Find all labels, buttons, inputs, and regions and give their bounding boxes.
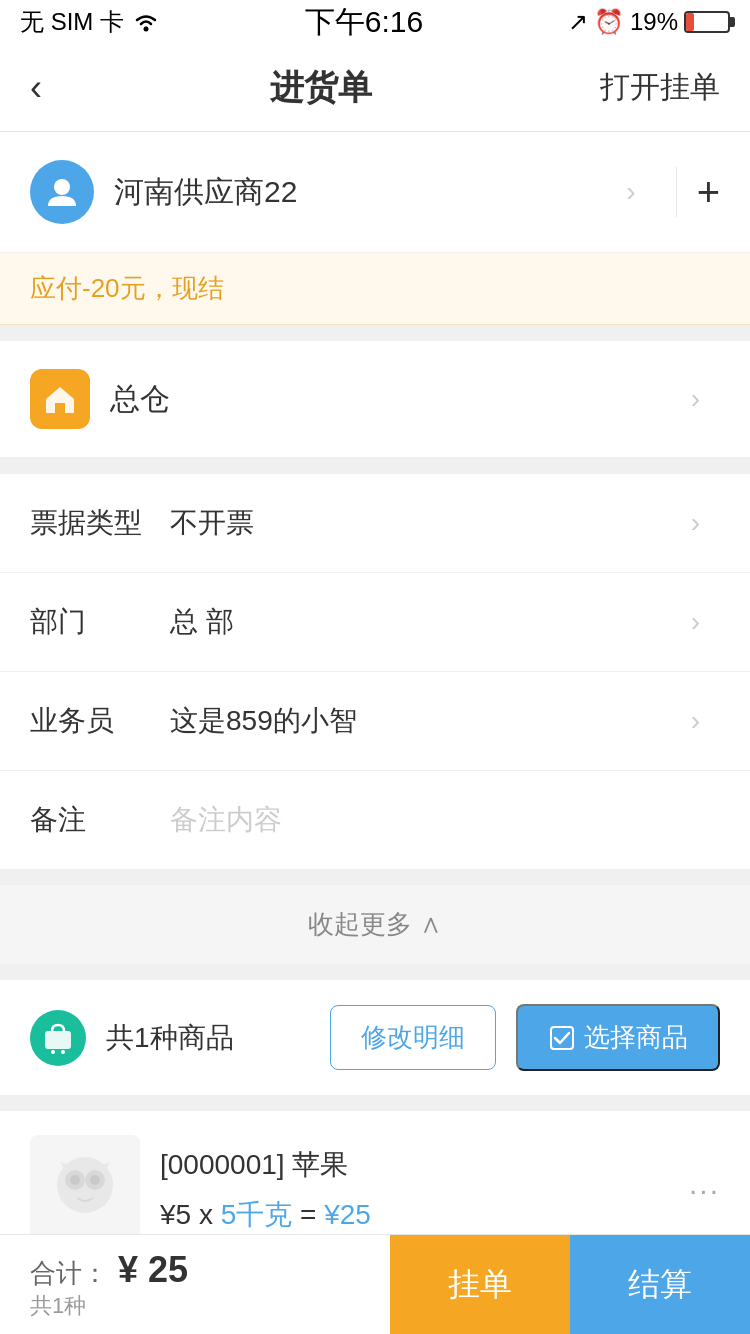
product-quantity: 5千克 <box>221 1199 293 1230</box>
supplier-avatar <box>30 160 94 224</box>
product-info: [0000001] 苹果 ¥5 x 5千克 = ¥25 <box>160 1146 669 1234</box>
total-amount: ¥ 25 <box>118 1249 188 1291</box>
svg-rect-3 <box>45 1031 71 1049</box>
battery-percent: 19% <box>630 8 678 36</box>
total-label: 合计： <box>30 1256 108 1291</box>
invoice-row[interactable]: 票据类型 不开票 › <box>0 473 750 572</box>
chevron-right-icon: › <box>691 383 700 415</box>
location-icon: ↗ <box>568 8 588 36</box>
back-button[interactable]: ‹ <box>30 67 42 109</box>
department-row[interactable]: 部门 总 部 › <box>0 572 750 671</box>
svg-point-1 <box>54 179 70 195</box>
hang-button[interactable]: 挂单 <box>390 1235 570 1334</box>
person-icon <box>44 174 80 210</box>
svg-rect-2 <box>55 403 65 413</box>
warehouse-section: 总仓 › <box>0 341 750 457</box>
salesman-value: 这是859的小智 <box>150 702 691 740</box>
total-sub: 共1种 <box>30 1291 360 1321</box>
product-header: 共1种商品 修改明细 选择商品 <box>0 980 750 1095</box>
product-section: 共1种商品 修改明细 选择商品 <box>0 980 750 1095</box>
status-right: ↗ ⏰ 19% <box>568 8 730 36</box>
divider <box>676 167 677 217</box>
open-pending-button[interactable]: 打开挂单 <box>600 67 720 108</box>
select-icon <box>548 1024 576 1052</box>
svg-point-10 <box>70 1175 80 1185</box>
product-price-row: ¥5 x 5千克 = ¥25 <box>160 1196 669 1234</box>
page-title: 进货单 <box>270 65 372 111</box>
collapse-bar[interactable]: 收起更多 ∧ <box>0 885 750 964</box>
footer: 合计： ¥ 25 共1种 挂单 结算 <box>0 1234 750 1334</box>
remark-input[interactable]: 备注内容 <box>150 801 720 839</box>
status-bar: 无 SIM 卡 下午6:16 ↗ ⏰ 19% <box>0 0 750 44</box>
modify-detail-button[interactable]: 修改明细 <box>330 1005 496 1070</box>
warehouse-icon <box>30 369 90 429</box>
warehouse-name: 总仓 <box>110 379 691 420</box>
cart-icon <box>41 1021 75 1055</box>
svg-point-11 <box>90 1175 100 1185</box>
svg-point-4 <box>51 1050 55 1054</box>
battery-icon <box>684 11 730 33</box>
supplier-section: 河南供应商22 › + 应付-20元，现结 <box>0 132 750 325</box>
product-count-text: 共1种商品 <box>106 1019 310 1057</box>
chevron-right-icon: › <box>691 705 700 737</box>
product-count-icon <box>30 1010 86 1066</box>
checkout-button[interactable]: 结算 <box>570 1235 750 1334</box>
chevron-right-icon: › <box>626 176 635 208</box>
owl-logo <box>45 1150 125 1230</box>
select-product-button[interactable]: 选择商品 <box>516 1004 720 1071</box>
product-total: ¥25 <box>324 1199 371 1230</box>
more-button[interactable]: ··· <box>689 1173 720 1207</box>
home-icon <box>42 381 78 417</box>
chevron-right-icon: › <box>691 507 700 539</box>
department-label: 部门 <box>30 603 150 641</box>
supplier-name: 河南供应商22 <box>114 172 626 213</box>
add-supplier-button[interactable]: + <box>697 170 720 215</box>
status-time: 下午6:16 <box>305 2 423 43</box>
invoice-label: 票据类型 <box>30 504 150 542</box>
salesman-label: 业务员 <box>30 702 150 740</box>
warehouse-row[interactable]: 总仓 › <box>0 341 750 457</box>
nav-bar: ‹ 进货单 打开挂单 <box>0 44 750 132</box>
footer-total: 合计： ¥ 25 共1种 <box>0 1235 390 1334</box>
alarm-icon: ⏰ <box>594 8 624 36</box>
notice-bar: 应付-20元，现结 <box>0 253 750 325</box>
svg-point-5 <box>61 1050 65 1054</box>
chevron-right-icon: › <box>691 606 700 638</box>
remark-row[interactable]: 备注 备注内容 <box>0 770 750 869</box>
status-carrier: 无 SIM 卡 <box>20 6 160 38</box>
wifi-icon <box>132 11 160 33</box>
svg-point-0 <box>144 27 149 32</box>
product-name: [0000001] 苹果 <box>160 1146 669 1184</box>
supplier-row[interactable]: 河南供应商22 › + <box>0 132 750 253</box>
form-section: 票据类型 不开票 › 部门 总 部 › 业务员 这是859的小智 › 备注 备注… <box>0 473 750 869</box>
invoice-value: 不开票 <box>150 504 691 542</box>
product-thumbnail <box>30 1135 140 1245</box>
salesman-row[interactable]: 业务员 这是859的小智 › <box>0 671 750 770</box>
department-value: 总 部 <box>150 603 691 641</box>
remark-label: 备注 <box>30 801 150 839</box>
